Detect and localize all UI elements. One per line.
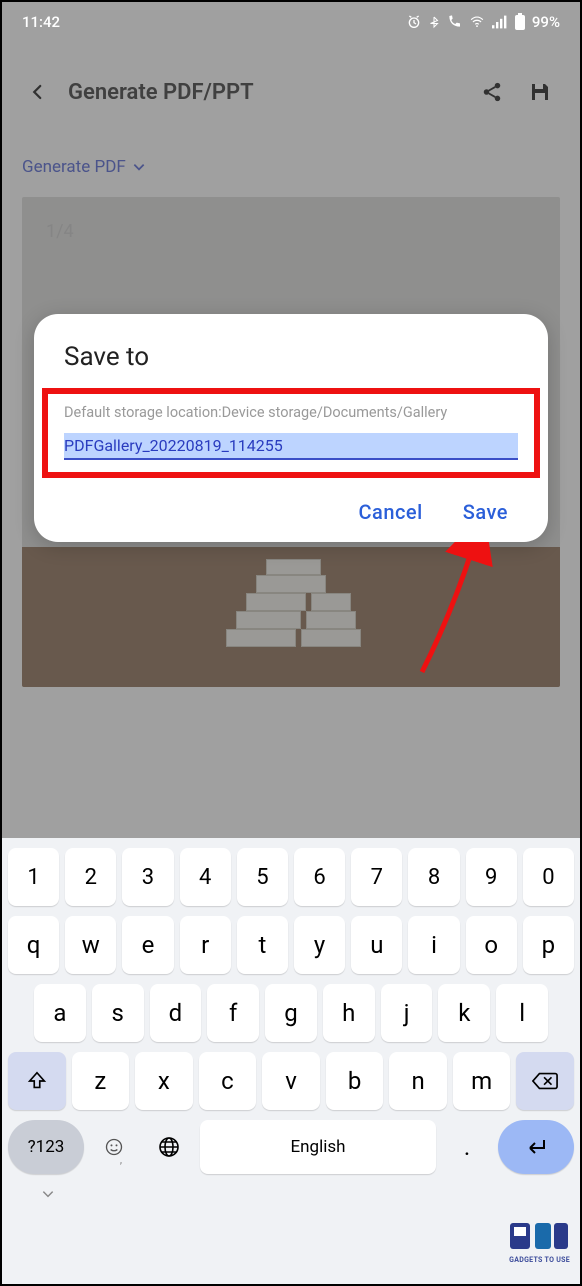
filename-input[interactable] xyxy=(64,433,518,460)
shift-key[interactable] xyxy=(8,1052,66,1110)
key-q[interactable]: q xyxy=(8,916,59,974)
key-s[interactable]: s xyxy=(92,984,144,1042)
battery-percent: 99% xyxy=(532,13,560,31)
key-r[interactable]: r xyxy=(180,916,231,974)
key-x[interactable]: x xyxy=(135,1052,193,1110)
key-u[interactable]: u xyxy=(351,916,402,974)
backspace-key[interactable] xyxy=(516,1052,574,1110)
status-time: 11:42 xyxy=(22,13,60,31)
key-o[interactable]: o xyxy=(466,916,517,974)
key-b[interactable]: b xyxy=(326,1052,384,1110)
enter-key[interactable] xyxy=(498,1120,574,1174)
key-7[interactable]: 7 xyxy=(351,848,402,906)
key-k[interactable]: k xyxy=(438,984,490,1042)
key-y[interactable]: y xyxy=(294,916,345,974)
period-key[interactable]: . xyxy=(444,1120,490,1174)
keyboard-row-bottom: ?123 , English . xyxy=(8,1120,574,1174)
key-h[interactable]: h xyxy=(323,984,375,1042)
watermark: GADGETS TO USE xyxy=(509,1221,570,1264)
backspace-icon xyxy=(532,1071,558,1091)
symbols-key[interactable]: ?123 xyxy=(8,1120,84,1174)
chevron-down-icon xyxy=(38,1187,58,1201)
storage-location-label: Default storage location:Device storage/… xyxy=(64,404,518,421)
key-w[interactable]: w xyxy=(65,916,116,974)
key-n[interactable]: n xyxy=(389,1052,447,1110)
key-t[interactable]: t xyxy=(237,916,288,974)
save-button[interactable]: Save xyxy=(463,500,508,524)
key-c[interactable]: c xyxy=(199,1052,257,1110)
key-j[interactable]: j xyxy=(381,984,433,1042)
soft-keyboard: 1234567890 qwertyuiop asdfghjkl zxcvbnm … xyxy=(2,838,580,1284)
key-a[interactable]: a xyxy=(34,984,86,1042)
annotation-highlight-box: Default storage location:Device storage/… xyxy=(42,388,540,478)
signal-icon xyxy=(492,15,508,29)
save-dialog: Save to Default storage location:Device … xyxy=(34,314,548,542)
key-6[interactable]: 6 xyxy=(294,848,345,906)
key-1[interactable]: 1 xyxy=(8,848,59,906)
keyboard-row-zxcv: zxcvbnm xyxy=(8,1052,574,1110)
keyboard-row-asdf: asdfghjkl xyxy=(8,984,574,1042)
bluetooth-icon xyxy=(428,14,440,30)
key-v[interactable]: v xyxy=(262,1052,320,1110)
key-3[interactable]: 3 xyxy=(122,848,173,906)
emoji-key[interactable]: , xyxy=(92,1120,138,1174)
key-l[interactable]: l xyxy=(496,984,548,1042)
key-e[interactable]: e xyxy=(122,916,173,974)
shift-icon xyxy=(26,1070,48,1092)
language-key[interactable] xyxy=(146,1120,192,1174)
key-0[interactable]: 0 xyxy=(523,848,574,906)
key-4[interactable]: 4 xyxy=(180,848,231,906)
key-5[interactable]: 5 xyxy=(237,848,288,906)
key-p[interactable]: p xyxy=(523,916,574,974)
battery-icon xyxy=(514,13,526,31)
key-9[interactable]: 9 xyxy=(466,848,517,906)
key-m[interactable]: m xyxy=(453,1052,511,1110)
wifi-icon xyxy=(468,15,486,29)
call-icon xyxy=(446,14,462,30)
dialog-title: Save to xyxy=(34,342,548,384)
cancel-button[interactable]: Cancel xyxy=(359,500,423,524)
keyboard-collapse-button[interactable] xyxy=(38,1186,58,1205)
key-2[interactable]: 2 xyxy=(65,848,116,906)
keyboard-row-numbers: 1234567890 xyxy=(8,848,574,906)
status-bar: 11:42 99% xyxy=(2,2,580,42)
globe-icon xyxy=(157,1135,181,1159)
enter-icon xyxy=(524,1137,548,1157)
key-i[interactable]: i xyxy=(408,916,459,974)
key-8[interactable]: 8 xyxy=(408,848,459,906)
key-g[interactable]: g xyxy=(265,984,317,1042)
key-f[interactable]: f xyxy=(207,984,259,1042)
keyboard-row-qwerty: qwertyuiop xyxy=(8,916,574,974)
key-z[interactable]: z xyxy=(72,1052,130,1110)
alarm-icon xyxy=(406,14,422,30)
spacebar-key[interactable]: English xyxy=(200,1120,436,1174)
key-d[interactable]: d xyxy=(150,984,202,1042)
